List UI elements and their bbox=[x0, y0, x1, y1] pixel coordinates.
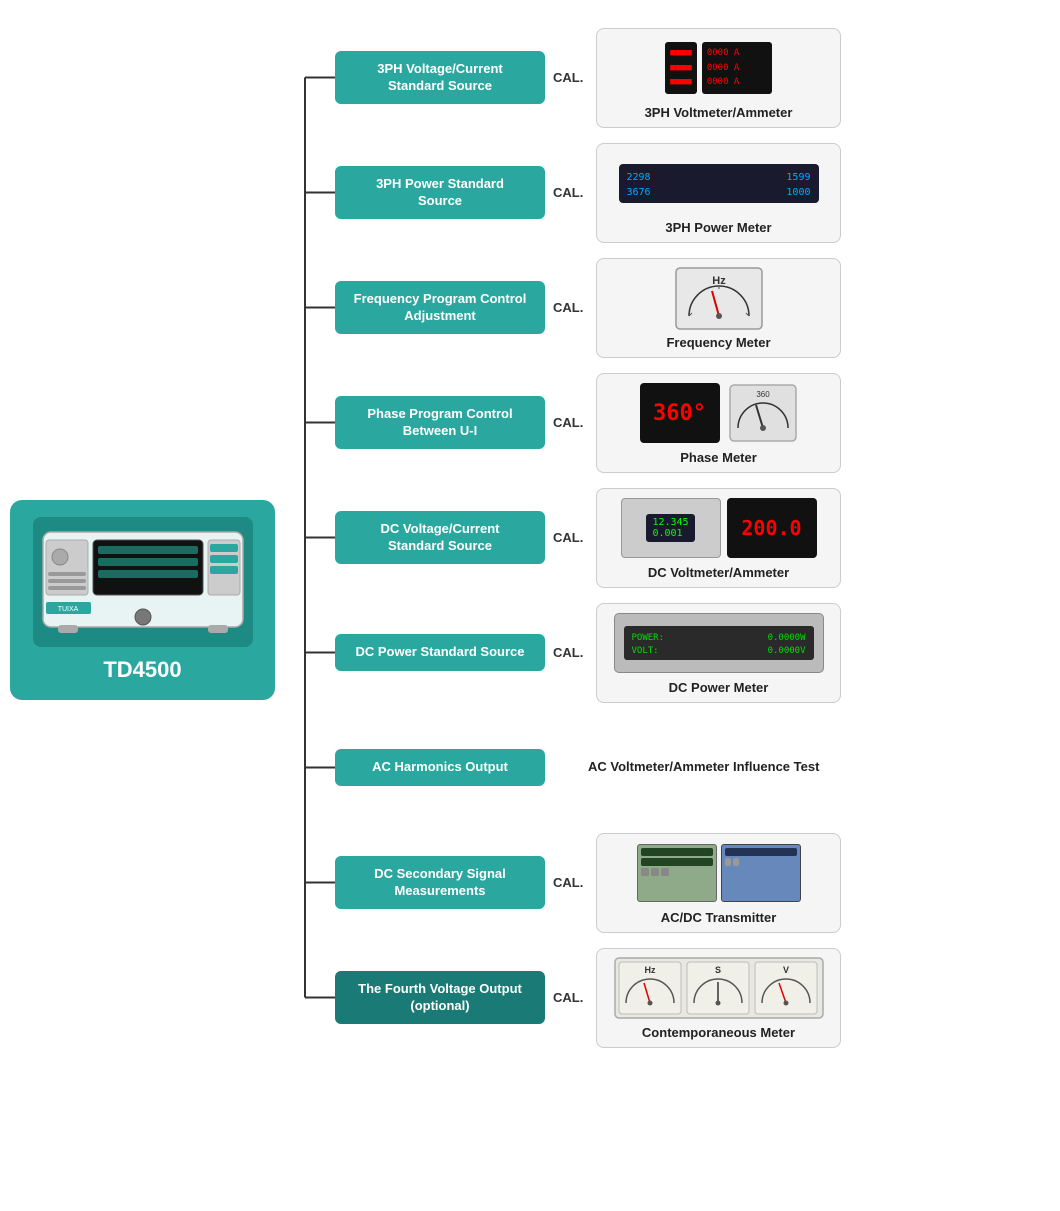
3ph-meter-displays: ■■■■■■■■■■■■ 0000 A0000 A0000 A bbox=[665, 42, 772, 93]
instrument-3ph-voltmeter: ■■■■■■■■■■■■ 0000 A0000 A0000 A 3PH Volt… bbox=[596, 28, 841, 128]
cal-label-1: CAL. bbox=[553, 70, 588, 85]
dc-ammeter-display: 200.0 bbox=[727, 498, 817, 558]
phase-value: 360° bbox=[653, 401, 706, 426]
instrument-transmitter: AC/DC Transmitter bbox=[596, 833, 841, 933]
t-terminals2 bbox=[725, 858, 797, 866]
label-3ph-voltmeter: 3PH Voltmeter/Ammeter bbox=[645, 105, 793, 120]
instrument-frequency: Hz Frequency Meter bbox=[596, 258, 841, 358]
btn-phase[interactable]: Phase Program Control Between U-I bbox=[335, 396, 545, 450]
dc-power-row1: POWER:0.0000W bbox=[632, 630, 806, 646]
row-phase: Phase Program Control Between U-I CAL. 3… bbox=[275, 365, 1050, 480]
instrument-img-3ph-voltmeter: ■■■■■■■■■■■■ 0000 A0000 A0000 A bbox=[609, 36, 829, 101]
instrument-img-3ph-power: 2298 1599 3676 1000 bbox=[609, 151, 829, 216]
power-val4: 1000 bbox=[786, 187, 810, 198]
t-display3 bbox=[725, 848, 797, 856]
cal-label-4: CAL. bbox=[553, 415, 588, 430]
device-image: TUIXA bbox=[33, 517, 253, 647]
tree-area: 3PH Voltage/Current Standard Source CAL.… bbox=[275, 20, 1050, 1055]
instrument-img-contemporaneous: Hz S V bbox=[609, 956, 829, 1021]
btn-fourth-voltage[interactable]: The Fourth Voltage Output (optional) bbox=[335, 971, 545, 1025]
cal-label-5: CAL. bbox=[553, 530, 588, 545]
power-val3: 3676 bbox=[627, 187, 651, 198]
btn-3ph-power[interactable]: 3PH Power Standard Source bbox=[335, 166, 545, 220]
label-3ph-power: 3PH Power Meter bbox=[665, 220, 771, 235]
transmitter-box2 bbox=[721, 844, 801, 902]
cal-label-2: CAL. bbox=[553, 185, 588, 200]
power-val1: 2298 bbox=[627, 169, 651, 187]
label-dc-voltmeter: DC Voltmeter/Ammeter bbox=[648, 565, 789, 580]
svg-text:Hz: Hz bbox=[712, 275, 726, 287]
frequency-svg: Hz bbox=[674, 266, 764, 331]
dc-power-display: POWER:0.0000W VOLT:0.0000V bbox=[624, 626, 814, 660]
instrument-dc-power: POWER:0.0000W VOLT:0.0000V DC Power Mete… bbox=[596, 603, 841, 703]
row-frequency: Frequency Program Control Adjustment CAL… bbox=[275, 250, 1050, 365]
device-name-label: TD4500 bbox=[103, 657, 181, 683]
t-terminals bbox=[641, 868, 713, 876]
dc-ammeter-value: 200.0 bbox=[741, 516, 801, 540]
row-dc-power: DC Power Standard Source CAL. POWER:0.00… bbox=[275, 595, 1050, 710]
dc-val1: 12.345 bbox=[652, 517, 688, 528]
label-dc-power: DC Power Meter bbox=[669, 680, 769, 695]
row-dc-voltage-current: DC Voltage/Current Standard Source CAL. … bbox=[275, 480, 1050, 595]
btn-ac-harmonics[interactable]: AC Harmonics Output bbox=[335, 749, 545, 786]
svg-text:Hz: Hz bbox=[644, 965, 655, 975]
contemporaneous-svg: Hz S V bbox=[614, 957, 824, 1019]
row-fourth-voltage: The Fourth Voltage Output (optional) CAL… bbox=[275, 940, 1050, 1055]
btn-frequency[interactable]: Frequency Program Control Adjustment bbox=[335, 281, 545, 335]
rows-container: 3PH Voltage/Current Standard Source CAL.… bbox=[275, 20, 1050, 1055]
btn-dc-secondary[interactable]: DC Secondary Signal Measurements bbox=[335, 856, 545, 910]
phase-digital-display: 360° bbox=[640, 383, 720, 443]
btn-3ph-voltage-current[interactable]: 3PH Voltage/Current Standard Source bbox=[335, 51, 545, 105]
svg-text:360: 360 bbox=[756, 390, 770, 399]
dc-power-meter-box: POWER:0.0000W VOLT:0.0000V bbox=[614, 613, 824, 673]
transmitter-devices bbox=[637, 844, 801, 902]
row-3ph-voltage-current: 3PH Voltage/Current Standard Source CAL.… bbox=[275, 20, 1050, 135]
dc-meter-display: 12.345 0.001 bbox=[646, 514, 694, 542]
label-contemporaneous: Contemporaneous Meter bbox=[642, 1025, 795, 1040]
device-box: TUIXA TD4500 bbox=[10, 500, 275, 700]
t-display2 bbox=[641, 858, 713, 866]
label-ac-harmonics: AC Voltmeter/Ammeter Influence Test bbox=[588, 758, 819, 776]
instrument-img-dc-power: POWER:0.0000W VOLT:0.0000V bbox=[609, 611, 829, 676]
row-ac-harmonics: AC Harmonics Output AC Voltmeter/Ammeter… bbox=[275, 710, 1050, 825]
device-svg: TUIXA bbox=[38, 522, 248, 642]
svg-text:S: S bbox=[714, 965, 720, 975]
cal-label-3: CAL. bbox=[553, 300, 588, 315]
row-dc-secondary: DC Secondary Signal Measurements CAL. bbox=[275, 825, 1050, 940]
diagram-container: TUIXA TD4500 3PH Voltage/Current Standar… bbox=[0, 0, 1060, 1075]
dc-meter-box: 12.345 0.001 bbox=[621, 498, 721, 558]
row-3ph-power: 3PH Power Standard Source CAL. 2298 1599… bbox=[275, 135, 1050, 250]
power-val2: 1599 bbox=[786, 169, 810, 187]
label-phase: Phase Meter bbox=[680, 450, 757, 465]
cal-label-8: CAL. bbox=[553, 875, 588, 890]
display-left: ■■■■■■■■■■■■ bbox=[665, 42, 697, 93]
svg-text:V: V bbox=[782, 965, 788, 975]
instrument-3ph-power: 2298 1599 3676 1000 3PH Power Meter bbox=[596, 143, 841, 243]
cal-label-9: CAL. bbox=[553, 990, 588, 1005]
label-frequency: Frequency Meter bbox=[666, 335, 770, 350]
instrument-img-phase: 360° 360 bbox=[609, 381, 829, 446]
btn-dc-power[interactable]: DC Power Standard Source bbox=[335, 634, 545, 671]
t-display1 bbox=[641, 848, 713, 856]
power-meter-display: 2298 1599 3676 1000 bbox=[619, 164, 819, 203]
instrument-img-transmitter bbox=[609, 841, 829, 906]
instrument-dc-voltmeter: 12.345 0.001 200.0 DC Voltmeter/Ammeter bbox=[596, 488, 841, 588]
btn-dc-voltage-current[interactable]: DC Voltage/Current Standard Source bbox=[335, 511, 545, 565]
dc-power-row2: VOLT:0.0000V bbox=[632, 646, 806, 656]
instrument-contemporaneous: Hz S V bbox=[596, 948, 841, 1048]
transmitter-box1 bbox=[637, 844, 717, 902]
instrument-img-frequency: Hz bbox=[609, 266, 829, 331]
cal-label-6: CAL. bbox=[553, 645, 588, 660]
display-right: 0000 A0000 A0000 A bbox=[702, 42, 772, 93]
phase-analog-svg: 360 bbox=[728, 383, 798, 443]
svg-text:TUIXA: TUIXA bbox=[57, 606, 78, 613]
instrument-phase: 360° 360 Phase Meter bbox=[596, 373, 841, 473]
label-transmitter: AC/DC Transmitter bbox=[661, 910, 777, 925]
dc-val2: 0.001 bbox=[652, 528, 688, 539]
instrument-ac-harmonics-text: AC Voltmeter/Ammeter Influence Test bbox=[588, 758, 833, 776]
instrument-img-dc-voltmeter: 12.345 0.001 200.0 bbox=[609, 496, 829, 561]
